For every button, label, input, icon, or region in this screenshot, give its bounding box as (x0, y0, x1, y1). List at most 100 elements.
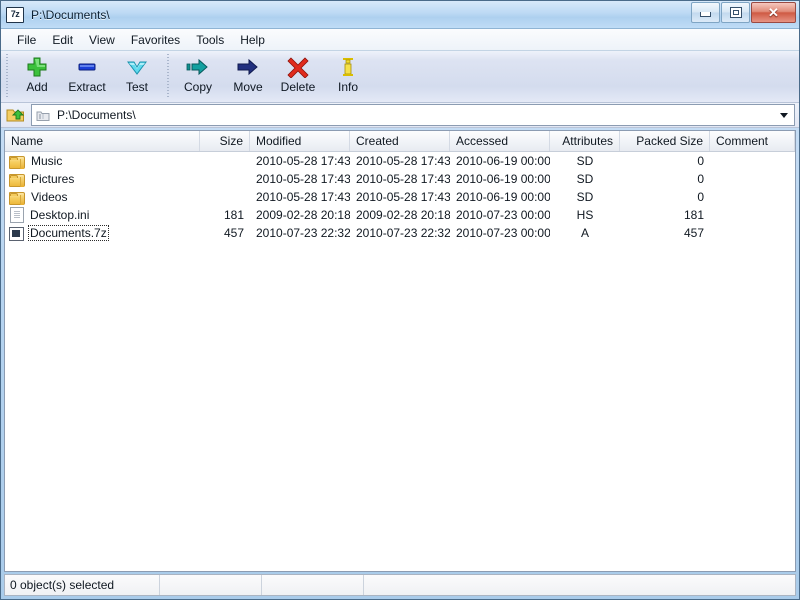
status-selection-count: 0 object(s) selected (5, 575, 160, 595)
delete-button[interactable]: Delete (273, 55, 323, 99)
cell-name[interactable]: Music (5, 152, 200, 170)
status-pane-3 (262, 575, 364, 595)
minimize-icon (700, 12, 711, 17)
file-list: Name Size Modified Created Accessed Attr… (4, 130, 796, 572)
path-combobox[interactable]: P:\Documents\ (31, 104, 795, 126)
table-row[interactable]: Desktop.ini1812009-02-28 20:182009-02-28… (5, 206, 795, 224)
7zip-window: 7z P:\Documents\ ✕ File Edit View Favori… (0, 0, 800, 600)
extract-button[interactable]: Extract (62, 55, 112, 99)
cell-name[interactable]: Desktop.ini (5, 206, 200, 224)
cell-accessed: 2010-06-19 00:00 (450, 152, 550, 170)
menu-item-view[interactable]: View (81, 31, 123, 49)
copy-label: Copy (184, 80, 212, 94)
test-button[interactable]: Test (112, 55, 162, 99)
toolbar-group-archive: Add Extract Test (12, 51, 162, 102)
cell-size (200, 152, 250, 170)
cell-attributes: SD (550, 170, 620, 188)
delete-label: Delete (281, 80, 316, 94)
column-header-packed-size[interactable]: Packed Size (620, 131, 710, 151)
cell-attributes: HS (550, 206, 620, 224)
restore-icon (730, 7, 742, 18)
info-label: Info (338, 80, 358, 94)
toolbar-group-file-ops: Copy Move Delete (173, 51, 373, 102)
cell-size (200, 170, 250, 188)
cell-size: 457 (200, 224, 250, 242)
column-header-created[interactable]: Created (350, 131, 450, 151)
toolbar-grip-left[interactable] (4, 54, 10, 99)
column-header-name[interactable]: Name (5, 131, 200, 151)
file-name-label: Desktop.ini (28, 207, 91, 223)
minimize-button[interactable] (691, 2, 720, 23)
cell-name[interactable]: Documents.7z (5, 224, 200, 242)
window-controls: ✕ (691, 2, 796, 23)
cell-size (200, 188, 250, 206)
restore-button[interactable] (721, 2, 750, 23)
column-header-attributes[interactable]: Attributes (550, 131, 620, 151)
cell-modified: 2010-05-28 17:43 (250, 170, 350, 188)
status-pane-4 (364, 575, 795, 595)
file-name-label: Music (29, 153, 64, 169)
extract-label: Extract (68, 80, 105, 94)
archive-7z-icon (9, 227, 24, 241)
menu-item-favorites[interactable]: Favorites (123, 31, 188, 49)
menu-item-tools[interactable]: Tools (188, 31, 232, 49)
menu-item-help[interactable]: Help (232, 31, 273, 49)
menu-bar: File Edit View Favorites Tools Help (1, 29, 799, 51)
up-folder-icon (6, 106, 26, 124)
move-label: Move (233, 80, 262, 94)
folder-icon (9, 156, 25, 169)
copy-arrow-icon (185, 55, 211, 79)
table-row[interactable]: Documents.7z4572010-07-23 22:322010-07-2… (5, 224, 795, 242)
cell-comment (710, 224, 795, 242)
copy-button[interactable]: Copy (173, 55, 223, 99)
move-button[interactable]: Move (223, 55, 273, 99)
cell-accessed: 2010-06-19 00:00 (450, 188, 550, 206)
up-one-level-button[interactable] (3, 104, 28, 126)
table-row[interactable]: Pictures 2010-05-28 17:432010-05-28 17:43… (5, 170, 795, 188)
cell-size: 181 (200, 206, 250, 224)
table-row[interactable]: Videos2010-05-28 17:432010-05-28 17:4320… (5, 188, 795, 206)
toolbar-grip-right[interactable] (165, 54, 171, 99)
column-header-comment[interactable]: Comment (710, 131, 795, 151)
title-bar: 7z P:\Documents\ ✕ (1, 1, 799, 29)
cell-packed-size: 0 (620, 152, 710, 170)
cell-packed-size: 0 (620, 188, 710, 206)
add-button[interactable]: Add (12, 55, 62, 99)
add-label: Add (26, 80, 47, 94)
column-header-accessed[interactable]: Accessed (450, 131, 550, 151)
file-rows: Music2010-05-28 17:432010-05-28 17:43201… (5, 152, 795, 571)
close-button[interactable]: ✕ (751, 2, 796, 23)
close-icon: ✕ (768, 6, 779, 19)
path-text: P:\Documents\ (57, 108, 136, 122)
address-bar: P:\Documents\ (1, 103, 799, 128)
file-name-label: Documents.7z (28, 225, 109, 241)
cell-attributes: SD (550, 188, 620, 206)
cell-packed-size: 0 (620, 170, 710, 188)
info-icon (335, 55, 361, 79)
cell-attributes: A (550, 224, 620, 242)
cell-name[interactable]: Pictures (5, 170, 200, 188)
file-name-label: Pictures (29, 171, 76, 187)
menu-item-edit[interactable]: Edit (44, 31, 81, 49)
cell-modified: 2010-05-28 17:43 (250, 152, 350, 170)
cell-created: 2010-05-28 17:43 (350, 170, 450, 188)
cell-accessed: 2010-06-19 00:00 (450, 170, 550, 188)
toolbar: Add Extract Test (1, 51, 799, 103)
info-button[interactable]: Info (323, 55, 373, 99)
column-header-modified[interactable]: Modified (250, 131, 350, 151)
cell-packed-size: 181 (620, 206, 710, 224)
column-header-size[interactable]: Size (200, 131, 250, 151)
file-name-label: Videos (29, 189, 69, 205)
menu-item-file[interactable]: File (9, 31, 44, 49)
cell-created: 2010-05-28 17:43 (350, 152, 450, 170)
cell-modified: 2010-05-28 17:43 (250, 188, 350, 206)
folder-icon (9, 192, 25, 205)
cell-created: 2009-02-28 20:18 (350, 206, 450, 224)
column-header-row: Name Size Modified Created Accessed Attr… (5, 131, 795, 152)
document-icon (10, 207, 24, 223)
cell-comment (710, 206, 795, 224)
status-bar: 0 object(s) selected (4, 574, 796, 596)
cell-name[interactable]: Videos (5, 188, 200, 206)
chevron-down-icon[interactable] (780, 113, 788, 118)
table-row[interactable]: Music2010-05-28 17:432010-05-28 17:43201… (5, 152, 795, 170)
